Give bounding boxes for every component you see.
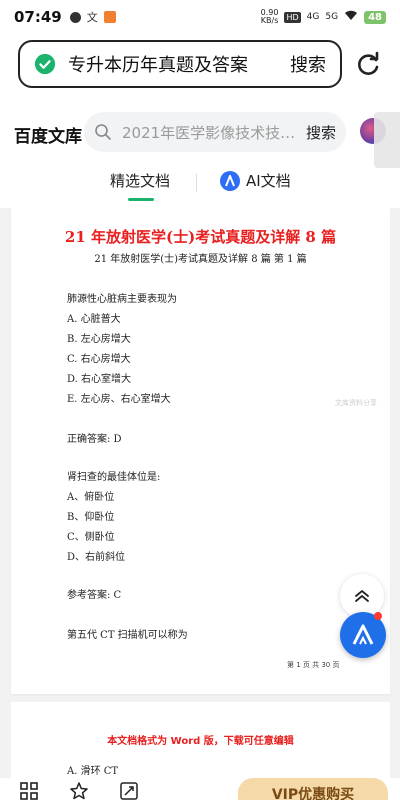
document-watermark: 文库资料分享 — [335, 399, 377, 407]
site-search-input[interactable]: 2021年医学影像技术技… 搜索 — [84, 112, 346, 152]
document-title: 21 年放射医学(士)考试真题及详解 8 篇 — [64, 228, 337, 246]
site-header: 百度文库 2021年医学影像技术技… 搜索 精选文档 AI文档 — [0, 96, 400, 208]
option-text: B、仰卧位 — [67, 512, 115, 523]
status-right: 0.90 KB/s HD 4G 5G 48 — [261, 9, 386, 25]
answer-text: 正确答案: D — [67, 434, 122, 445]
text-icon: 文 — [86, 11, 98, 24]
reload-icon[interactable] — [354, 51, 382, 79]
chevron-up-icon — [355, 589, 369, 602]
tab-divider — [196, 174, 197, 192]
option-text: C、侧卧位 — [67, 532, 115, 543]
browser-toolbar: 专升本历年真题及答案 搜索 — [0, 34, 400, 96]
star-icon[interactable] — [70, 782, 88, 800]
option-text: A. 心脏普大 — [67, 314, 121, 325]
hd-icon: HD — [284, 11, 301, 23]
active-tab-underline — [128, 198, 154, 201]
vip-purchase-button[interactable]: VIP优惠购买 — [238, 778, 388, 800]
net-speed-unit: KB/s — [260, 16, 279, 25]
document-subtitle: 21 年放射医学(士)考试真题及详解 8 篇 第 1 篇 — [94, 254, 307, 265]
signal-4g-icon: 4G — [306, 12, 320, 22]
option-text: D、右前斜位 — [67, 552, 126, 563]
doc-tabs: 精选文档 AI文档 — [0, 166, 400, 208]
question-text: 肾扫查的最佳体位是: — [67, 472, 161, 483]
wifi-icon — [344, 10, 358, 24]
notification-dot — [374, 612, 382, 620]
app-notification-icon — [103, 11, 116, 23]
option-text: E. 左心房、右心室增大 — [67, 394, 171, 405]
option-text: B. 左心房增大 — [67, 334, 131, 345]
secure-shield-icon — [34, 53, 56, 75]
status-notification-icons: 文 — [69, 9, 116, 25]
ai-logo-icon — [220, 170, 240, 191]
ai-logo-icon — [352, 624, 374, 645]
question-text: 肺源性心脏病主要表现为 — [67, 294, 177, 305]
grid-icon[interactable] — [20, 782, 38, 800]
answer-text: 参考答案: C — [67, 590, 122, 601]
tab-ai-docs[interactable]: AI文档 — [220, 170, 291, 191]
format-note: 本文档格式为 Word 版，下载可任意编辑 — [107, 736, 294, 747]
signal-5g-icon: 5G — [325, 12, 339, 22]
net-speed: 0.90 KB/s — [261, 9, 279, 25]
address-bar[interactable]: 专升本历年真题及答案 搜索 — [18, 40, 342, 88]
side-pull-tab[interactable] — [374, 112, 400, 168]
bottom-toolbar: VIP优惠购买 — [0, 778, 400, 800]
option-text: D. 右心室增大 — [67, 374, 132, 385]
message-icon — [69, 11, 81, 23]
option-text: A、俯卧位 — [67, 492, 115, 503]
site-search-button[interactable]: 搜索 — [306, 122, 336, 143]
search-icon — [95, 124, 111, 140]
address-text[interactable]: 专升本历年真题及答案 — [68, 51, 290, 77]
address-search-button[interactable]: 搜索 — [290, 51, 326, 77]
tab-featured-docs[interactable]: 精选文档 — [110, 170, 170, 191]
status-bar: 07:49 文 0.90 KB/s HD 4G 5G 48 — [0, 0, 400, 34]
site-logo[interactable]: 百度文库 — [14, 122, 82, 147]
fullscreen-icon[interactable] — [120, 782, 138, 800]
status-time: 07:49 — [14, 8, 62, 26]
battery-icon: 48 — [364, 10, 386, 24]
option-text: C. 右心房增大 — [67, 354, 131, 365]
page-number: 第 1 页 共 30 页 — [287, 661, 340, 669]
option-text: A. 滑环 CT — [67, 766, 119, 777]
question-text: 第五代 CT 扫描机可以称为 — [67, 630, 188, 641]
tab-ai-label: AI文档 — [246, 172, 291, 190]
search-placeholder[interactable]: 2021年医学影像技术技… — [122, 122, 300, 143]
document-page: 21 年放射医学(士)考试真题及详解 8 篇 21 年放射医学(士)考试真题及详… — [11, 208, 390, 694]
